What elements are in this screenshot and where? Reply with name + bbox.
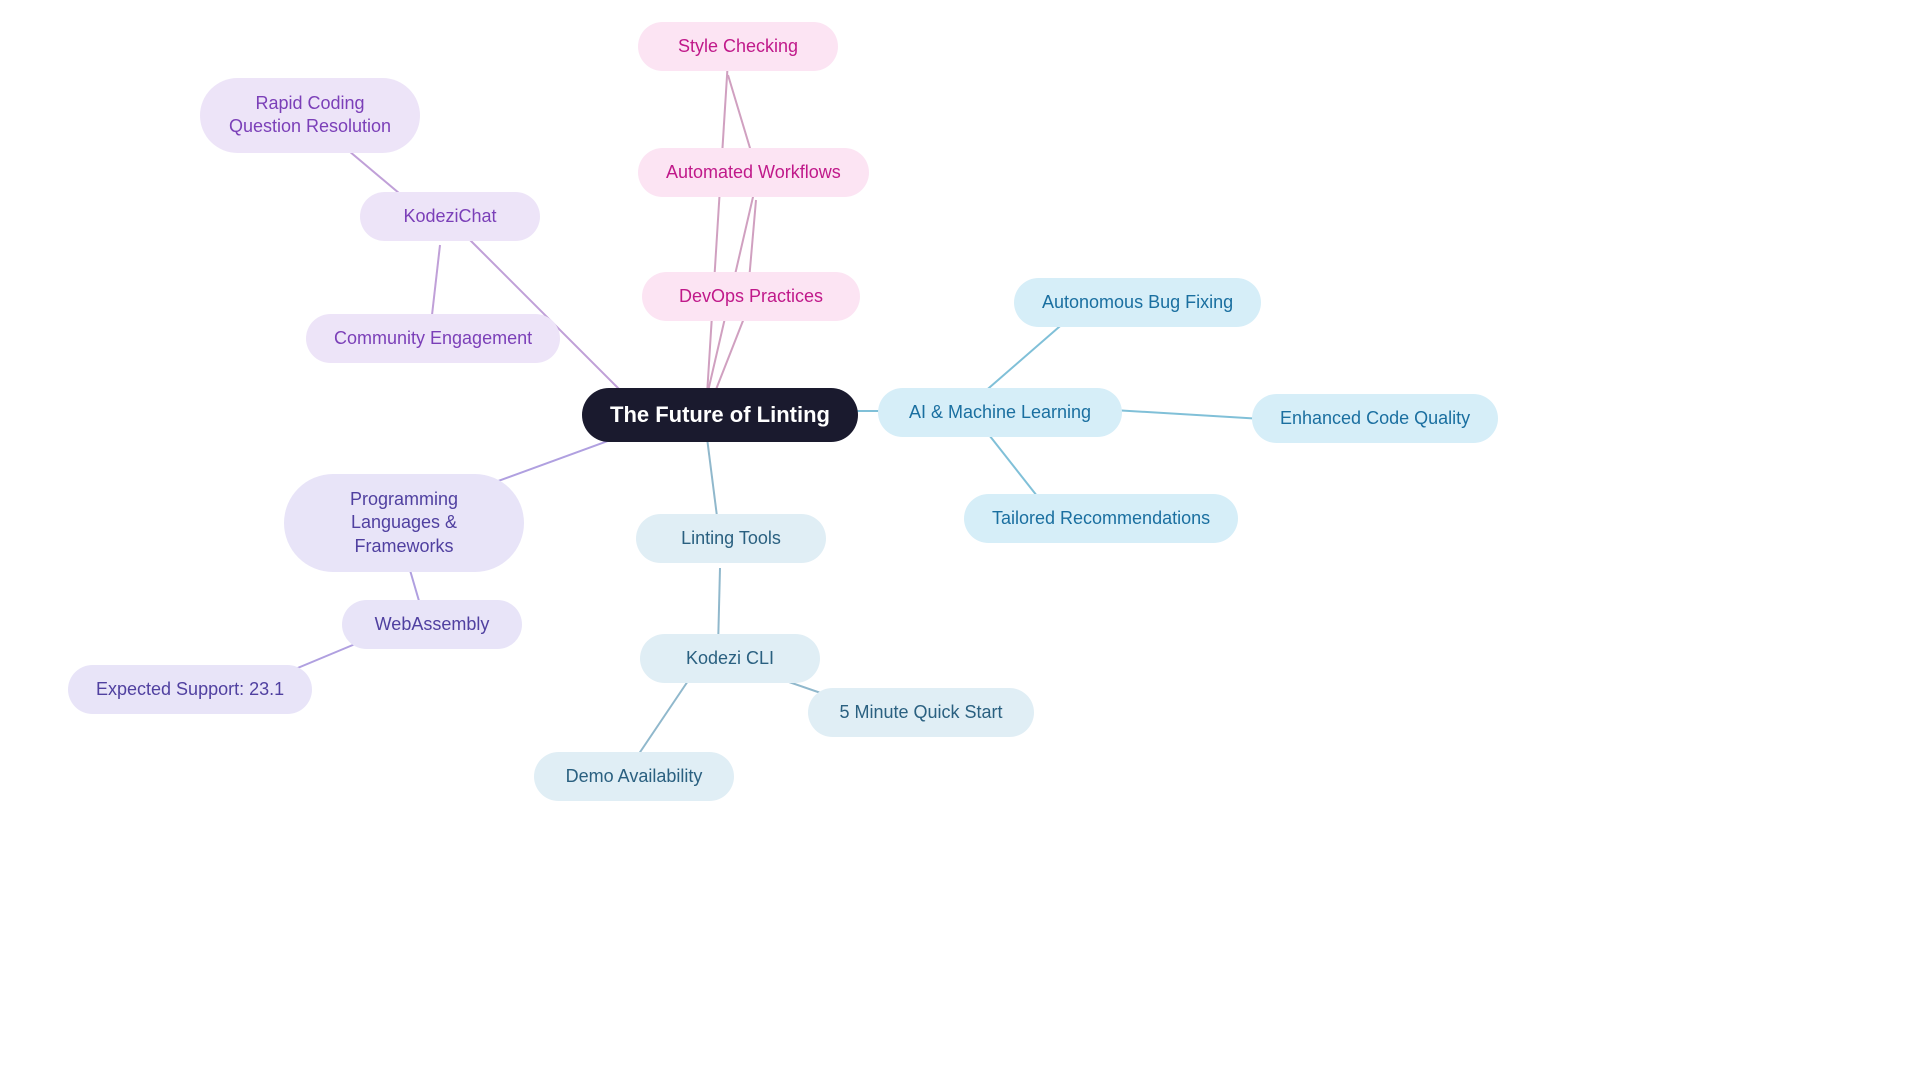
expected-support-node: Expected Support: 23.1: [68, 665, 312, 714]
community-engagement-node: Community Engagement: [306, 314, 560, 363]
center-node: The Future of Linting: [582, 388, 858, 442]
ai-machine-learning-node: AI & Machine Learning: [878, 388, 1122, 437]
tailored-recommendations-node: Tailored Recommendations: [964, 494, 1238, 543]
five-minute-node: 5 Minute Quick Start: [808, 688, 1034, 737]
webassembly-node: WebAssembly: [342, 600, 522, 649]
devops-practices-node: DevOps Practices: [642, 272, 860, 321]
rapid-coding-node: Rapid Coding Question Resolution: [200, 78, 420, 153]
kodezi-chat-node: KodeziChat: [360, 192, 540, 241]
autonomous-bug-fixing-node: Autonomous Bug Fixing: [1014, 278, 1261, 327]
demo-availability-node: Demo Availability: [534, 752, 734, 801]
kodezi-cli-node: Kodezi CLI: [640, 634, 820, 683]
enhanced-code-quality-node: Enhanced Code Quality: [1252, 394, 1498, 443]
linting-tools-node: Linting Tools: [636, 514, 826, 563]
style-checking-node: Style Checking: [638, 22, 838, 71]
programming-languages-node: Programming Languages & Frameworks: [284, 474, 524, 572]
automated-workflows-node: Automated Workflows: [638, 148, 869, 197]
